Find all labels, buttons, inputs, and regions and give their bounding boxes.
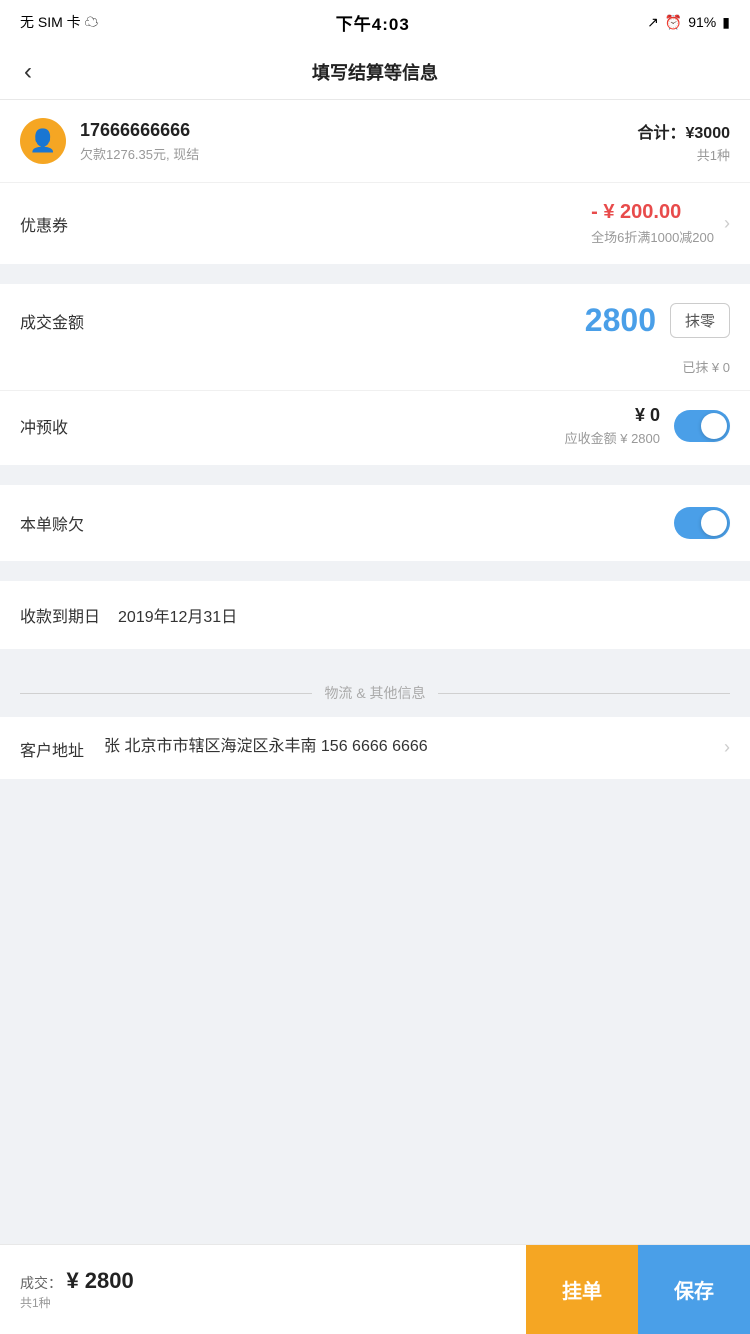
location-icon: ↗ bbox=[647, 14, 659, 31]
prereceive-amount: ¥ 0 bbox=[565, 405, 660, 426]
customer-left: 👤 17666666666 欠款1276.35元, 现结 bbox=[20, 118, 199, 164]
transaction-amount: 2800 bbox=[585, 302, 656, 339]
duedate-row: 收款到期日 2019年12月31日 bbox=[0, 581, 750, 649]
status-right: ↗ ⏰ 91% ▮ bbox=[647, 14, 730, 31]
prereceive-sub: 应收金额 ¥ 2800 bbox=[565, 428, 660, 447]
address-row[interactable]: 客户地址 张 北京市市辖区海淀区永丰南 156 6666 6666 › bbox=[0, 717, 750, 779]
bottom-amount: ¥ 2800 bbox=[66, 1268, 133, 1293]
hold-order-button[interactable]: 挂单 bbox=[526, 1245, 638, 1334]
separator-3 bbox=[0, 571, 750, 581]
bottom-count: 共1种 bbox=[20, 1294, 506, 1311]
prereceive-label: 冲预收 bbox=[20, 414, 68, 438]
coupon-right: - ¥ 200.00 全场6折满1000减200 › bbox=[591, 201, 730, 246]
nav-bar: ‹ 填写结算等信息 bbox=[0, 44, 750, 100]
transaction-section: 成交金额 2800 抹零 已抹 ¥ 0 冲预收 ¥ 0 应收金额 ¥ 2800 bbox=[0, 284, 750, 465]
coupon-amount: - ¥ 200.00 bbox=[591, 201, 714, 224]
divider-line-left bbox=[20, 693, 312, 694]
duedate-label: 收款到期日 bbox=[20, 603, 100, 627]
duedate-value: 2019年12月31日 bbox=[118, 603, 237, 627]
content: 👤 17666666666 欠款1276.35元, 现结 合计：¥3000 共1… bbox=[0, 100, 750, 999]
customer-debt: 欠款1276.35元, 现结 bbox=[80, 144, 199, 163]
bottom-deal-label: 成交： bbox=[20, 1275, 62, 1291]
alarm-icon: ⏰ bbox=[665, 14, 682, 31]
total-count: 共1种 bbox=[638, 145, 731, 164]
coupon-label: 优惠券 bbox=[20, 212, 68, 236]
status-time: 下午4:03 bbox=[336, 10, 410, 35]
arrears-row: 本单赊欠 bbox=[0, 485, 750, 561]
logistics-divider: 物流 & 其他信息 bbox=[0, 669, 750, 717]
transaction-label: 成交金额 bbox=[20, 309, 84, 333]
avatar: 👤 bbox=[20, 118, 66, 164]
prereceive-amount-wrap: ¥ 0 应收金额 ¥ 2800 bbox=[565, 405, 660, 447]
back-button[interactable]: ‹ bbox=[20, 50, 44, 94]
separator-1 bbox=[0, 274, 750, 284]
duedate-section: 收款到期日 2019年12月31日 bbox=[0, 581, 750, 649]
battery-icon: ▮ bbox=[722, 14, 730, 31]
separator-4 bbox=[0, 659, 750, 669]
arrears-section: 本单赊欠 bbox=[0, 485, 750, 561]
customer-info: 17666666666 欠款1276.35元, 现结 bbox=[80, 120, 199, 163]
bottom-bar: 成交： ¥ 2800 共1种 挂单 保存 bbox=[0, 1244, 750, 1334]
address-chevron-icon: › bbox=[724, 737, 730, 758]
address-value: 张 北京市市辖区海淀区永丰南 156 6666 6666 bbox=[104, 735, 714, 759]
round-zero-button[interactable]: 抹零 bbox=[670, 303, 730, 338]
sim-status: 无 SIM 卡 ☁ bbox=[20, 12, 99, 32]
transaction-sub: 已抹 ¥ 0 bbox=[0, 357, 750, 390]
address-label: 客户地址 bbox=[20, 737, 84, 761]
coupon-desc: 全场6折满1000减200 bbox=[591, 227, 714, 246]
transaction-right: 2800 抹零 bbox=[585, 302, 730, 339]
status-bar: 无 SIM 卡 ☁ 下午4:03 ↗ ⏰ 91% ▮ bbox=[0, 0, 750, 44]
customer-phone: 17666666666 bbox=[80, 120, 199, 141]
coupon-row[interactable]: 优惠券 - ¥ 200.00 全场6折满1000减200 › bbox=[0, 182, 750, 264]
transaction-row: 成交金额 2800 抹零 bbox=[0, 284, 750, 357]
divider-line-right bbox=[438, 693, 730, 694]
prereceive-row: 冲预收 ¥ 0 应收金额 ¥ 2800 bbox=[0, 390, 750, 465]
customer-right: 合计：¥3000 共1种 bbox=[638, 119, 731, 164]
battery-level: 91% bbox=[688, 14, 716, 30]
customer-card: 👤 17666666666 欠款1276.35元, 现结 合计：¥3000 共1… bbox=[0, 100, 750, 264]
prereceive-toggle[interactable] bbox=[674, 410, 730, 442]
arrears-toggle[interactable] bbox=[674, 507, 730, 539]
chevron-right-icon: › bbox=[724, 213, 730, 234]
total-amount: 合计：¥3000 bbox=[638, 119, 731, 143]
prereceive-right: ¥ 0 应收金额 ¥ 2800 bbox=[565, 405, 730, 447]
gray-area bbox=[0, 789, 750, 909]
address-section: 客户地址 张 北京市市辖区海淀区永丰南 156 6666 6666 › bbox=[0, 717, 750, 779]
arrears-label: 本单赊欠 bbox=[20, 511, 84, 535]
bottom-info: 成交： ¥ 2800 共1种 bbox=[0, 1268, 526, 1311]
logistics-text: 物流 & 其他信息 bbox=[324, 683, 425, 703]
status-left: 无 SIM 卡 ☁ bbox=[20, 12, 99, 32]
page-title: 填写结算等信息 bbox=[312, 59, 438, 85]
separator-2 bbox=[0, 475, 750, 485]
bottom-deal-row: 成交： ¥ 2800 bbox=[20, 1268, 506, 1294]
customer-row: 👤 17666666666 欠款1276.35元, 现结 合计：¥3000 共1… bbox=[0, 100, 750, 182]
save-button[interactable]: 保存 bbox=[638, 1245, 750, 1334]
